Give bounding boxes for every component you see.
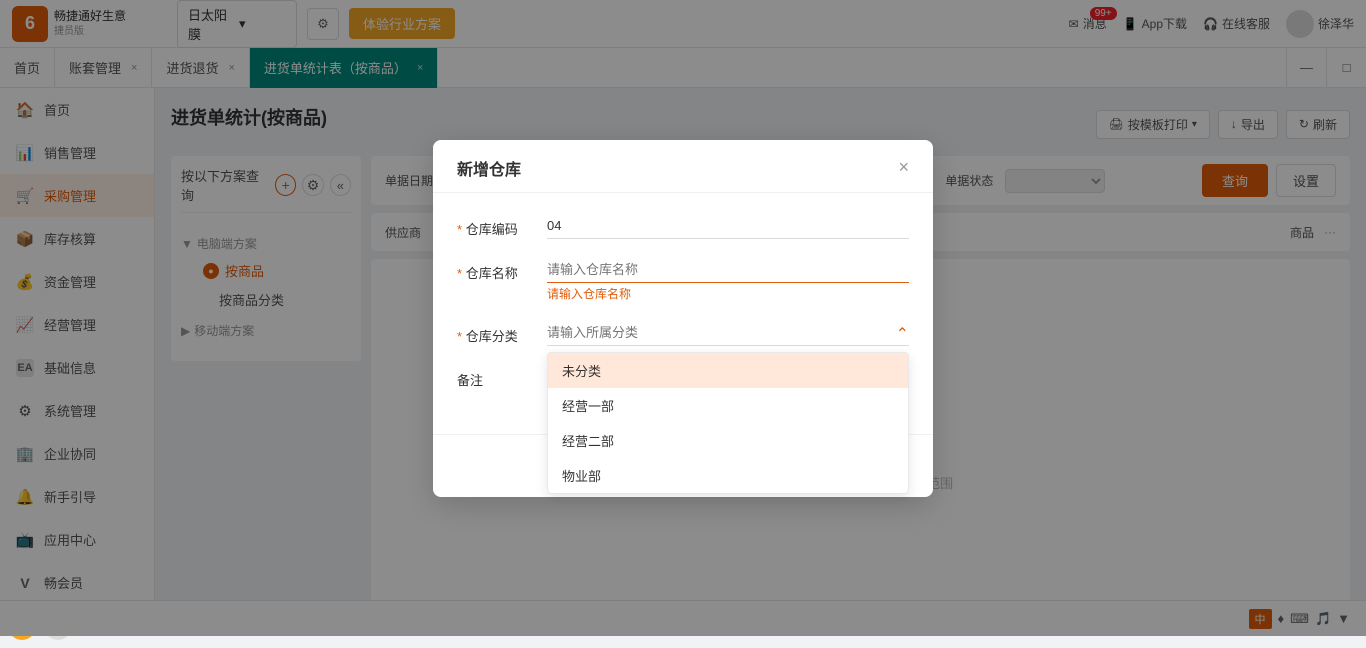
category-input[interactable] (547, 320, 909, 346)
name-label: * 仓库名称 (457, 257, 547, 282)
form-row-name: * 仓库名称 请输入仓库名称 (457, 257, 909, 302)
dropdown-item-dept1[interactable]: 经营一部 (548, 388, 908, 423)
dropdown-item-property[interactable]: 物业部 (548, 458, 908, 493)
warehouse-code-input[interactable] (547, 213, 909, 239)
modal-body: * 仓库编码 * 仓库名称 请输入仓库名称 * (433, 193, 933, 434)
category-arrow-icon[interactable]: ⌃ (896, 324, 909, 344)
modal-close-button[interactable]: × (898, 157, 909, 178)
modal-overlay[interactable]: 新增仓库 × * 仓库编码 * 仓库名称 请输入仓库名称 (0, 0, 1366, 636)
modal-title: 新增仓库 (457, 156, 521, 180)
warehouse-name-input[interactable] (547, 257, 909, 283)
modal-dialog: 新增仓库 × * 仓库编码 * 仓库名称 请输入仓库名称 (433, 140, 933, 497)
category-dropdown: 未分类 经营一部 经营二部 物业部 (547, 352, 909, 494)
category-label: * 仓库分类 (457, 320, 547, 345)
form-row-code: * 仓库编码 (457, 213, 909, 239)
category-select-wrapper: ⌃ 未分类 经营一部 经营二部 物业部 (547, 320, 909, 346)
form-row-category: * 仓库分类 ⌃ 未分类 经营一部 经营二部 物业部 (457, 320, 909, 346)
code-label: * 仓库编码 (457, 213, 547, 238)
dropdown-item-unclassified[interactable]: 未分类 (548, 353, 908, 388)
name-input-wrapper: 请输入仓库名称 (547, 257, 909, 302)
name-error-msg: 请输入仓库名称 (547, 285, 909, 302)
modal-header: 新增仓库 × (433, 140, 933, 193)
note-label: 备注 (457, 364, 547, 389)
dropdown-item-dept2[interactable]: 经营二部 (548, 423, 908, 458)
